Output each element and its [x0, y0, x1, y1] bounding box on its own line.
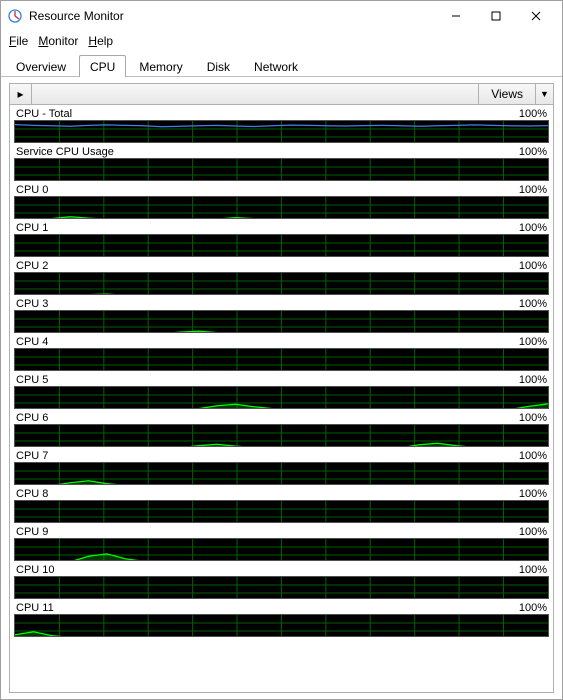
chart-block: CPU 9100% — [14, 525, 549, 561]
chart-block: CPU 10100% — [14, 563, 549, 599]
views-button[interactable]: Views ▼ — [478, 84, 553, 104]
chart-block: CPU 4100% — [14, 335, 549, 371]
chart-block: CPU 7100% — [14, 449, 549, 485]
menu-help[interactable]: Help — [84, 32, 117, 50]
chart-block: Service CPU Usage100% — [14, 145, 549, 181]
tab-network[interactable]: Network — [243, 55, 309, 77]
chart-title: CPU 5 — [16, 374, 519, 386]
charts-container[interactable]: CPU - Total100%Service CPU Usage100%CPU … — [9, 105, 554, 693]
chart-title: CPU 1 — [16, 222, 519, 234]
chart-block: CPU 1100% — [14, 221, 549, 257]
chart-canvas — [14, 614, 549, 637]
chart-canvas — [14, 196, 549, 219]
chart-title: Service CPU Usage — [16, 146, 519, 158]
chart-max-label: 100% — [519, 412, 547, 424]
chart-canvas — [14, 424, 549, 447]
chart-max-label: 100% — [519, 108, 547, 120]
tab-overview[interactable]: Overview — [5, 55, 77, 77]
chart-title: CPU 2 — [16, 260, 519, 272]
chart-max-label: 100% — [519, 184, 547, 196]
tab-disk[interactable]: Disk — [196, 55, 241, 77]
collapse-button[interactable]: ▸ — [10, 84, 32, 104]
titlebar: Resource Monitor — [1, 1, 562, 31]
chart-max-label: 100% — [519, 146, 547, 158]
chart-max-label: 100% — [519, 450, 547, 462]
chart-max-label: 100% — [519, 336, 547, 348]
chart-max-label: 100% — [519, 222, 547, 234]
chart-block: CPU 2100% — [14, 259, 549, 295]
menu-file[interactable]: File — [5, 32, 32, 50]
chart-max-label: 100% — [519, 602, 547, 614]
content-area: ▸ Views ▼ CPU - Total100%Service CPU Usa… — [1, 77, 562, 699]
chart-max-label: 100% — [519, 260, 547, 272]
chart-canvas — [14, 348, 549, 371]
chart-canvas — [14, 310, 549, 333]
chart-canvas — [14, 462, 549, 485]
chevron-down-icon[interactable]: ▼ — [535, 84, 553, 104]
chart-block: CPU - Total100% — [14, 107, 549, 143]
views-label: Views — [479, 87, 535, 101]
chart-max-label: 100% — [519, 488, 547, 500]
tab-strip: Overview CPU Memory Disk Network — [1, 51, 562, 77]
chart-title: CPU 9 — [16, 526, 519, 538]
chart-canvas — [14, 234, 549, 257]
chart-title: CPU - Total — [16, 108, 519, 120]
chart-max-label: 100% — [519, 564, 547, 576]
chart-block: CPU 6100% — [14, 411, 549, 447]
chart-title: CPU 8 — [16, 488, 519, 500]
chart-title: CPU 10 — [16, 564, 519, 576]
chart-title: CPU 11 — [16, 602, 519, 614]
app-icon — [7, 8, 23, 24]
chart-canvas — [14, 538, 549, 561]
chart-block: CPU 5100% — [14, 373, 549, 409]
chart-max-label: 100% — [519, 298, 547, 310]
chart-title: CPU 6 — [16, 412, 519, 424]
chart-canvas — [14, 158, 549, 181]
tab-memory[interactable]: Memory — [128, 55, 193, 77]
chart-block: CPU 0100% — [14, 183, 549, 219]
chart-max-label: 100% — [519, 374, 547, 386]
maximize-button[interactable] — [476, 1, 516, 31]
chart-canvas — [14, 272, 549, 295]
close-button[interactable] — [516, 1, 556, 31]
chart-title: CPU 0 — [16, 184, 519, 196]
chart-block: CPU 3100% — [14, 297, 549, 333]
chart-title: CPU 7 — [16, 450, 519, 462]
chart-max-label: 100% — [519, 526, 547, 538]
panel-header: ▸ Views ▼ — [9, 83, 554, 105]
chart-block: CPU 8100% — [14, 487, 549, 523]
tab-cpu[interactable]: CPU — [79, 55, 126, 77]
chart-title: CPU 4 — [16, 336, 519, 348]
chart-canvas — [14, 500, 549, 523]
menu-monitor[interactable]: Monitor — [34, 32, 82, 50]
chart-canvas — [14, 120, 549, 143]
chart-canvas — [14, 576, 549, 599]
menubar: File Monitor Help — [1, 31, 562, 51]
window-title: Resource Monitor — [29, 9, 436, 23]
chart-title: CPU 3 — [16, 298, 519, 310]
chart-block: CPU 11100% — [14, 601, 549, 637]
chart-canvas — [14, 386, 549, 409]
minimize-button[interactable] — [436, 1, 476, 31]
